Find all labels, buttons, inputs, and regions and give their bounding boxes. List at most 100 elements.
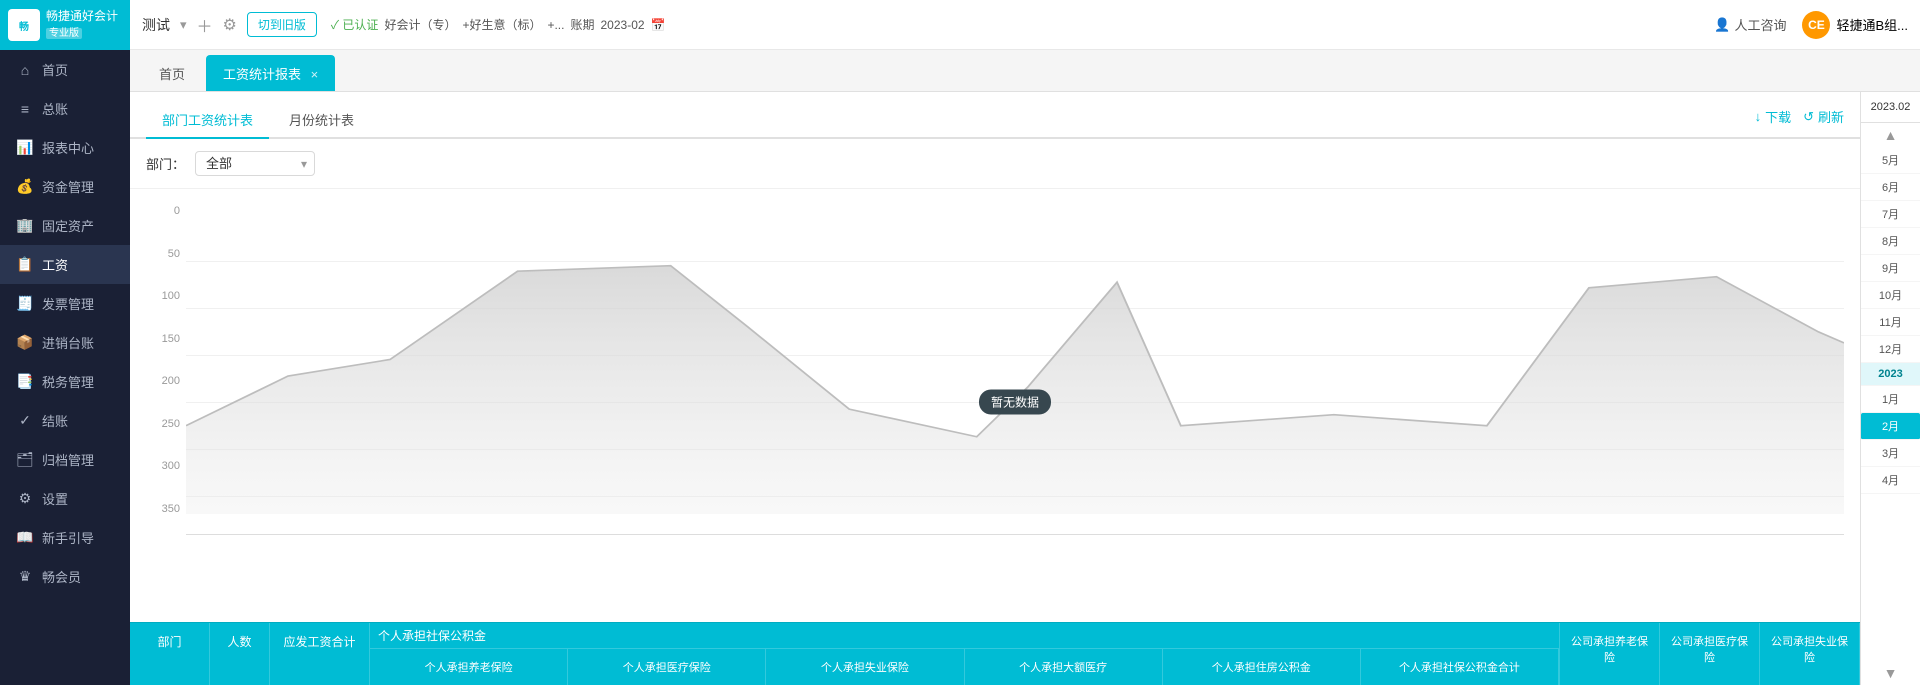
help-icon: 👤 bbox=[1714, 17, 1730, 33]
sidebar-item-reports[interactable]: 📊 报表中心 bbox=[0, 128, 130, 167]
month-8[interactable]: 8月 bbox=[1861, 228, 1920, 255]
archive-icon: 🗂 bbox=[16, 451, 34, 468]
sidebar-item-tax[interactable]: 📑 税务管理 bbox=[0, 362, 130, 401]
filter-bar: 部门： 全部 部门1 部门2 ▾ bbox=[130, 139, 1860, 189]
sidebar-label-assets: 固定资产 bbox=[42, 216, 94, 235]
user-menu[interactable]: CE 轻捷通B组... bbox=[1802, 11, 1908, 39]
sidebar-item-invoice[interactable]: 🧾 发票管理 bbox=[0, 284, 130, 323]
sidebar-label-settings: 设置 bbox=[42, 489, 68, 508]
month-9[interactable]: 9月 bbox=[1861, 255, 1920, 282]
refresh-button[interactable]: ↺ 刷新 bbox=[1803, 107, 1844, 126]
salary-icon: 📋 bbox=[16, 256, 34, 273]
month-12[interactable]: 12月 bbox=[1861, 336, 1920, 363]
chart-area: 350 300 250 200 150 100 50 0 bbox=[130, 189, 1860, 622]
settings-icon: ⚙ bbox=[16, 490, 34, 507]
topbar-title: 测试 bbox=[142, 15, 170, 35]
th-comp-unemployment: 公司承担失业保险 bbox=[1760, 623, 1860, 685]
right-panel: 2023.02 ▲ 5月 6月 7月 8月 9月 10月 11月 12月 202… bbox=[1860, 92, 1920, 685]
sidebar-item-ledger[interactable]: ≡ 总账 bbox=[0, 89, 130, 128]
month-11[interactable]: 11月 bbox=[1861, 309, 1920, 336]
tabbar: 首页 工资统计报表 × bbox=[130, 50, 1920, 92]
area-chart bbox=[186, 205, 1844, 514]
period-value: 2023-02 bbox=[601, 18, 645, 32]
assets-icon: 🏢 bbox=[16, 217, 34, 234]
topbar-tags: ✓ 已认证 好会计（专） +好生意（标） +... 账期 2023-02 📅 bbox=[331, 16, 666, 33]
chart-container: 350 300 250 200 150 100 50 0 bbox=[146, 205, 1844, 535]
certified-tag: ✓ 已认证 bbox=[331, 16, 379, 33]
sidebar-label-invoice: 发票管理 bbox=[42, 294, 94, 313]
sidebar-label-archive: 归档管理 bbox=[42, 450, 94, 469]
sidebar-item-assets[interactable]: 🏢 固定资产 bbox=[0, 206, 130, 245]
good-account-tag: 好会计（专） bbox=[384, 16, 456, 33]
period-label: 账期 bbox=[570, 16, 594, 33]
th-comp-pension: 公司承担养老保险 bbox=[1560, 623, 1660, 685]
sidebar-item-settings[interactable]: ⚙ 设置 bbox=[0, 479, 130, 518]
topbar: 测试 ▾ ＋ ⚙ 切到旧版 ✓ 已认证 好会计（专） +好生意（标） +... … bbox=[130, 0, 1920, 50]
dept-select[interactable]: 全部 部门1 部门2 bbox=[195, 151, 315, 176]
month-5[interactable]: 5月 bbox=[1861, 147, 1920, 174]
month-3[interactable]: 3月 bbox=[1861, 440, 1920, 467]
more-tag: +... bbox=[547, 18, 564, 32]
sidebar-label-checkout: 结账 bbox=[42, 411, 68, 430]
sidebar: 畅 畅捷通好会计 专业版 ⌂ 首页 ≡ 总账 📊 报表中心 💰 资金管理 🏢 固… bbox=[0, 0, 130, 685]
y-label-200: 200 bbox=[146, 375, 186, 387]
sidebar-item-newbie[interactable]: 📖 新手引导 bbox=[0, 518, 130, 557]
th-ind-total: 个人承担社保公积金合计 bbox=[1361, 649, 1559, 685]
individual-group-cols: 个人承担养老保险 个人承担医疗保险 个人承担失业保险 个人承担大额医疗 个人承担… bbox=[370, 649, 1559, 685]
th-comp-medical: 公司承担医疗保险 bbox=[1660, 623, 1760, 685]
subtab-dept[interactable]: 部门工资统计表 bbox=[146, 102, 269, 139]
th-total-salary: 应发工资合计 bbox=[270, 623, 370, 685]
content-area: 部门工资统计表 月份统计表 ↓ 下载 ↺ 刷新 bbox=[130, 92, 1920, 685]
calendar-icon[interactable]: 📅 bbox=[651, 18, 666, 32]
sidebar-label-home: 首页 bbox=[42, 60, 68, 79]
sidebar-item-salary[interactable]: 📋 工资 bbox=[0, 245, 130, 284]
month-6[interactable]: 6月 bbox=[1861, 174, 1920, 201]
y-label-250: 250 bbox=[146, 418, 186, 430]
home-icon: ⌂ bbox=[16, 62, 34, 78]
download-button[interactable]: ↓ 下载 bbox=[1755, 107, 1792, 126]
vip-icon: ♛ bbox=[16, 568, 34, 585]
sidebar-item-checkout[interactable]: ✓ 结账 bbox=[0, 401, 130, 440]
th-ind-unemployment: 个人承担失业保险 bbox=[766, 649, 964, 685]
username: 轻捷通B组... bbox=[1836, 15, 1908, 34]
month-10[interactable]: 10月 bbox=[1861, 282, 1920, 309]
help-button[interactable]: 👤 人工咨询 bbox=[1714, 15, 1786, 34]
subtab-actions: ↓ 下载 ↺ 刷新 bbox=[1755, 107, 1844, 132]
th-ind-pension: 个人承担养老保险 bbox=[370, 649, 568, 685]
tab-salary-report[interactable]: 工资统计报表 × bbox=[206, 55, 335, 91]
panel-down-btn[interactable]: ▼ bbox=[1861, 661, 1920, 685]
newbie-icon: 📖 bbox=[16, 529, 34, 546]
panel-up-btn[interactable]: ▲ bbox=[1861, 123, 1920, 147]
sidebar-item-vip[interactable]: ♛ 畅会员 bbox=[0, 557, 130, 596]
tab-home[interactable]: 首页 bbox=[142, 55, 202, 91]
y-axis: 350 300 250 200 150 100 50 0 bbox=[146, 205, 186, 535]
sidebar-label-salary: 工资 bbox=[42, 255, 68, 274]
month-1[interactable]: 1月 bbox=[1861, 386, 1920, 413]
subtabs: 部门工资统计表 月份统计表 ↓ 下载 ↺ 刷新 bbox=[130, 92, 1860, 139]
dept-select-wrapper: 全部 部门1 部门2 ▾ bbox=[195, 151, 315, 176]
main-content: 测试 ▾ ＋ ⚙ 切到旧版 ✓ 已认证 好会计（专） +好生意（标） +... … bbox=[130, 0, 1920, 685]
sidebar-label-tax: 税务管理 bbox=[42, 372, 94, 391]
y-label-300: 300 bbox=[146, 460, 186, 472]
sidebar-label-reports: 报表中心 bbox=[42, 138, 94, 157]
sidebar-item-funds[interactable]: 💰 资金管理 bbox=[0, 167, 130, 206]
month-2-active[interactable]: 2月 bbox=[1861, 413, 1920, 440]
sidebar-item-archive[interactable]: 🗂 归档管理 bbox=[0, 440, 130, 479]
month-7[interactable]: 7月 bbox=[1861, 201, 1920, 228]
subtab-month[interactable]: 月份统计表 bbox=[273, 102, 370, 139]
month-4[interactable]: 4月 bbox=[1861, 467, 1920, 494]
year-2023-tag: 2023 bbox=[1861, 363, 1920, 386]
y-label-100: 100 bbox=[146, 290, 186, 302]
topbar-settings-btn[interactable]: ⚙ bbox=[223, 15, 237, 35]
th-ind-housing: 个人承担住房公积金 bbox=[1163, 649, 1361, 685]
purchase-icon: 📦 bbox=[16, 334, 34, 351]
sidebar-item-home[interactable]: ⌂ 首页 bbox=[0, 50, 130, 89]
switch-version-button[interactable]: 切到旧版 bbox=[247, 12, 317, 37]
current-year-month[interactable]: 2023.02 bbox=[1865, 98, 1916, 116]
dept-filter-label: 部门： bbox=[146, 154, 185, 173]
topbar-dropdown-arrow[interactable]: ▾ bbox=[180, 17, 187, 33]
sidebar-item-purchase[interactable]: 📦 进销台账 bbox=[0, 323, 130, 362]
tab-close-btn[interactable]: × bbox=[311, 67, 319, 82]
tax-icon: 📑 bbox=[16, 373, 34, 390]
topbar-add-btn[interactable]: ＋ bbox=[197, 13, 213, 37]
